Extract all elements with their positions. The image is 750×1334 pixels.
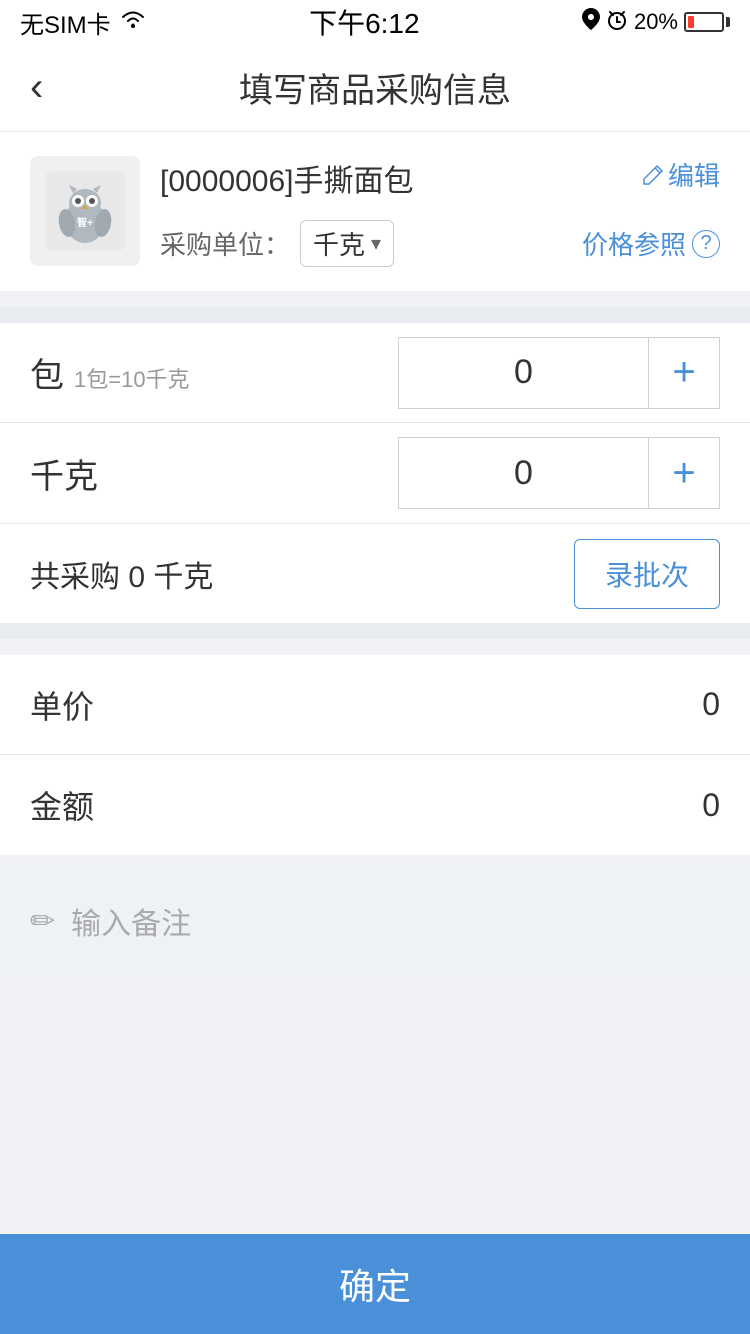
unit-price-row: 单价 0 (0, 655, 750, 755)
section-divider-1 (0, 307, 750, 323)
edit-button[interactable]: 编辑 (642, 156, 720, 193)
network-label: 无SIM卡 (20, 5, 111, 40)
status-left: 无SIM卡 (20, 5, 147, 40)
svg-text:智+: 智+ (77, 216, 93, 229)
section-divider-2 (0, 623, 750, 639)
amount-label: 金额 (30, 782, 94, 828)
unit-row: 采购单位： 千克 ▾ 价格参照 ? (160, 220, 720, 267)
batch-button[interactable]: 录批次 (574, 539, 720, 609)
kg-plus-button[interactable]: + (648, 437, 720, 509)
product-thumbnail: 智+ (30, 156, 140, 266)
product-name: [0000006]手撕面包 (160, 156, 413, 200)
amount-value: 0 (702, 787, 720, 824)
kg-input-group: 0 + (150, 437, 720, 509)
bao-label-group: 包 1包=10千克 (30, 348, 190, 397)
remark-section[interactable]: ✏ 输入备注 (0, 871, 750, 971)
kg-label-group: 千克 (30, 449, 150, 498)
bao-label: 包 (30, 348, 64, 397)
location-icon (582, 8, 600, 36)
total-section: 共采购 0 千克 录批次 (0, 523, 750, 623)
bao-sub-label: 1包=10千克 (74, 362, 190, 394)
remark-placeholder: 输入备注 (71, 899, 191, 943)
help-icon: ? (692, 230, 720, 258)
price-ref-button[interactable]: 价格参照 ? (582, 225, 720, 262)
nav-bar: ‹ 填写商品采购信息 (0, 44, 750, 132)
product-image: 智+ (45, 171, 125, 251)
dropdown-arrow: ▾ (371, 231, 381, 256)
unit-price-value: 0 (702, 686, 720, 723)
battery-label: 20% (634, 9, 678, 35)
kg-label: 千克 (30, 449, 98, 498)
edit-icon (642, 164, 664, 186)
total-text: 共采购 0 千克 (30, 552, 213, 596)
status-right: 20% (582, 8, 730, 36)
status-bar: 无SIM卡 下午6:12 20% (0, 0, 750, 44)
kg-quantity-display[interactable]: 0 (398, 437, 648, 509)
pencil-icon: ✏ (30, 904, 55, 939)
product-name-row: [0000006]手撕面包 编辑 (160, 156, 720, 200)
bao-input-row: 包 1包=10千克 0 + (0, 323, 750, 423)
kg-input-row: 千克 0 + (0, 423, 750, 523)
unit-dropdown[interactable]: 千克 ▾ (300, 220, 394, 267)
bao-input-group: 0 + (190, 337, 720, 409)
product-info: [0000006]手撕面包 编辑 采购单位： 千克 ▾ (160, 156, 720, 267)
product-card: 智+ [0000006]手撕面包 编辑 采购单位： 千克 (0, 132, 750, 291)
back-button[interactable]: ‹ (20, 55, 53, 120)
price-section: 单价 0 金额 0 (0, 655, 750, 855)
wifi-icon (119, 8, 147, 36)
main-content: 智+ [0000006]手撕面包 编辑 采购单位： 千克 (0, 132, 750, 1091)
input-section: 包 1包=10千克 0 + 千克 0 + (0, 323, 750, 523)
bao-quantity-display[interactable]: 0 (398, 337, 648, 409)
page-title: 填写商品采购信息 (239, 63, 511, 112)
status-time: 下午6:12 (309, 2, 420, 42)
unit-label: 采购单位： (160, 225, 290, 262)
amount-row: 金额 0 (0, 755, 750, 855)
unit-price-label: 单价 (30, 682, 94, 728)
battery-indicator (684, 12, 730, 32)
bao-plus-button[interactable]: + (648, 337, 720, 409)
confirm-button[interactable]: 确定 (0, 1234, 750, 1334)
alarm-icon (606, 8, 628, 36)
